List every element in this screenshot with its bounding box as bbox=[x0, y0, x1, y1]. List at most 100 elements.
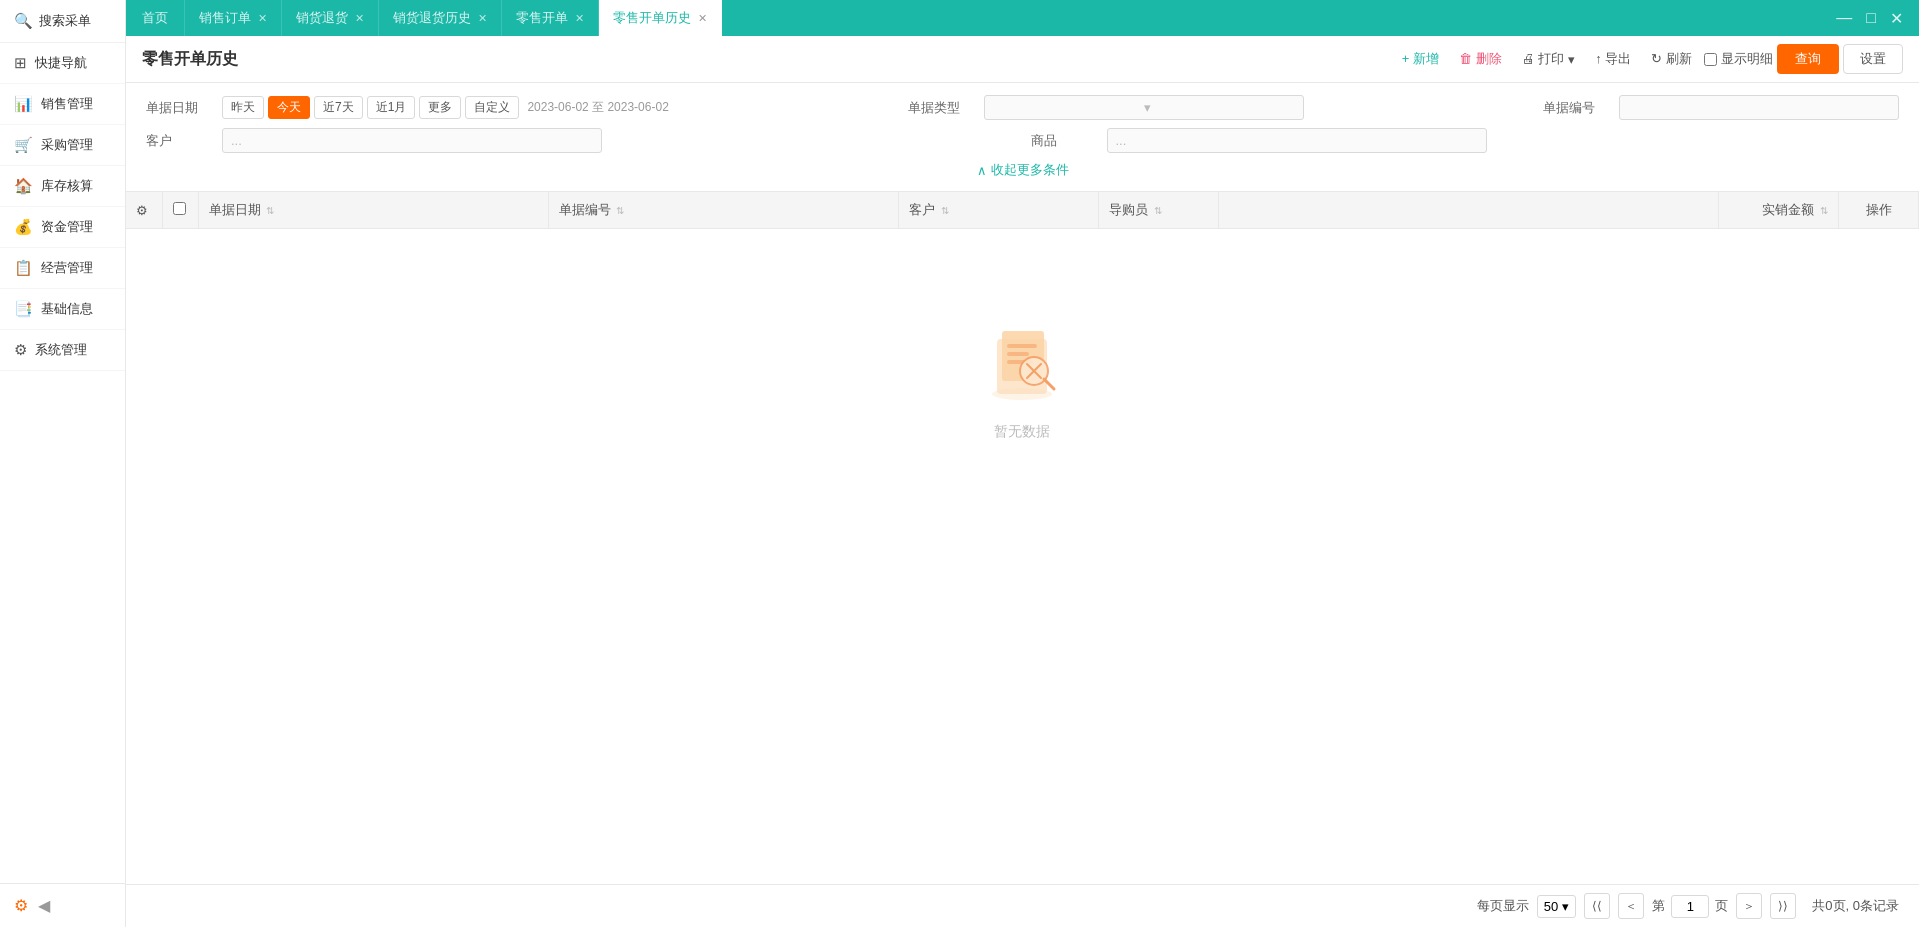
show-detail-label: 显示明细 bbox=[1721, 50, 1773, 68]
sidebar-item-label: 销售管理 bbox=[41, 95, 93, 113]
tab-home[interactable]: 首页 bbox=[126, 0, 185, 36]
customer-sort-icon: ⇅ bbox=[941, 205, 949, 216]
basic-info-icon: 📑 bbox=[14, 300, 33, 318]
tab-retail-open[interactable]: 零售开单 ✕ bbox=[502, 0, 599, 36]
sidebar-collapse-button[interactable]: ◀ bbox=[38, 896, 50, 915]
business-icon: 📋 bbox=[14, 259, 33, 277]
add-label: + 新增 bbox=[1402, 50, 1439, 68]
goods-input[interactable]: ... bbox=[1107, 128, 1487, 153]
tab-sales-return-label: 销货退货 bbox=[296, 9, 348, 27]
sidebar-bottom: ⚙ ◀ bbox=[0, 883, 125, 927]
query-button[interactable]: 查询 bbox=[1777, 44, 1839, 74]
tab-retail-open-label: 零售开单 bbox=[516, 9, 568, 27]
content-body: 零售开单历史 + 新增 🗑 删除 🖨 打印 ▾ ↑ 导出 ↻ 刷新 bbox=[126, 36, 1919, 927]
th-amount[interactable] bbox=[1219, 192, 1719, 229]
sidebar: 🔍 搜索采单 ⊞ 快捷导航 📊 销售管理 🛒 采购管理 🏠 库存核算 💰 资金管… bbox=[0, 0, 126, 927]
sidebar-item-purchase-mgmt[interactable]: 🛒 采购管理 bbox=[0, 125, 125, 166]
sidebar-item-label: 快捷导航 bbox=[35, 54, 87, 72]
th-salesperson[interactable]: 导购员 ⇅ bbox=[1099, 192, 1219, 229]
maximize-button[interactable]: □ bbox=[1866, 9, 1876, 27]
data-table: ⚙ 单据日期 ⇅ 单据编号 ⇅ bbox=[126, 192, 1919, 521]
th-real-amount[interactable]: 实销金额 ⇅ bbox=[1719, 192, 1839, 229]
tab-sales-order-close[interactable]: ✕ bbox=[258, 13, 267, 24]
customer-input[interactable]: ... bbox=[222, 128, 602, 153]
date-btn-more[interactable]: 更多 bbox=[419, 96, 461, 119]
minimize-button[interactable]: — bbox=[1836, 9, 1852, 27]
date-btn-1month[interactable]: 近1月 bbox=[367, 96, 416, 119]
collapse-row[interactable]: ∧ 收起更多条件 bbox=[146, 161, 1899, 179]
first-page-button[interactable]: ⟨⟨ bbox=[1584, 893, 1610, 919]
export-button[interactable]: ↑ 导出 bbox=[1587, 46, 1639, 72]
sidebar-item-basic-info[interactable]: 📑 基础信息 bbox=[0, 289, 125, 330]
sales-mgmt-icon: 📊 bbox=[14, 95, 33, 113]
purchase-mgmt-icon: 🛒 bbox=[14, 136, 33, 154]
tab-sales-return[interactable]: 销货退货 ✕ bbox=[282, 0, 379, 36]
close-button[interactable]: ✕ bbox=[1890, 9, 1903, 28]
empty-state: 暂无数据 bbox=[126, 229, 1919, 521]
th-number[interactable]: 单据编号 ⇅ bbox=[548, 192, 898, 229]
svg-rect-4 bbox=[1007, 352, 1029, 356]
th-action: 操作 bbox=[1839, 192, 1919, 229]
inventory-icon: 🏠 bbox=[14, 177, 33, 195]
per-page-label: 每页显示 bbox=[1477, 897, 1529, 915]
sidebar-search[interactable]: 🔍 搜索采单 bbox=[0, 0, 125, 43]
th-customer[interactable]: 客户 ⇅ bbox=[899, 192, 1099, 229]
th-gear[interactable]: ⚙ bbox=[126, 192, 162, 229]
tab-home-label: 首页 bbox=[142, 9, 168, 27]
date-btn-custom[interactable]: 自定义 bbox=[465, 96, 519, 119]
page-suffix: 页 bbox=[1715, 897, 1728, 915]
page-number-input[interactable] bbox=[1671, 895, 1709, 918]
th-check[interactable] bbox=[162, 192, 198, 229]
sidebar-item-quick-nav[interactable]: ⊞ 快捷导航 bbox=[0, 43, 125, 84]
num-input[interactable] bbox=[1619, 95, 1899, 120]
add-button[interactable]: + 新增 bbox=[1394, 46, 1447, 72]
system-icon: ⚙ bbox=[14, 341, 27, 359]
refresh-button[interactable]: ↻ 刷新 bbox=[1643, 46, 1700, 72]
tab-retail-history[interactable]: 零售开单历史 ✕ bbox=[599, 0, 722, 36]
date-btn-today[interactable]: 今天 bbox=[268, 96, 310, 119]
customer-dots: ... bbox=[231, 133, 593, 148]
setting-button[interactable]: 设置 bbox=[1843, 44, 1903, 74]
print-arrow-icon: ▾ bbox=[1568, 52, 1575, 67]
prev-page-button[interactable]: ＜ bbox=[1618, 893, 1644, 919]
sidebar-item-label: 基础信息 bbox=[41, 300, 93, 318]
pagination-bar: 每页显示 50 ▾ ⟨⟨ ＜ 第 页 ＞ ⟩⟩ 共0页, 0条记录 bbox=[126, 884, 1919, 927]
th-date[interactable]: 单据日期 ⇅ bbox=[198, 192, 548, 229]
delete-button[interactable]: 🗑 删除 bbox=[1451, 46, 1510, 72]
tab-sales-return-history[interactable]: 销货退货历史 ✕ bbox=[379, 0, 502, 36]
main-toolbar: 零售开单历史 + 新增 🗑 删除 🖨 打印 ▾ ↑ 导出 ↻ 刷新 bbox=[126, 36, 1919, 83]
show-detail-toggle[interactable]: 显示明细 bbox=[1704, 50, 1773, 68]
next-page-button[interactable]: ＞ bbox=[1736, 893, 1762, 919]
print-button[interactable]: 🖨 打印 ▾ bbox=[1514, 46, 1584, 72]
sidebar-item-label: 资金管理 bbox=[41, 218, 93, 236]
gear-settings-icon[interactable]: ⚙ bbox=[136, 203, 148, 218]
refresh-label: ↻ 刷新 bbox=[1651, 50, 1692, 68]
main-area: 首页 销售订单 ✕ 销货退货 ✕ 销货退货历史 ✕ 零售开单 ✕ 零售开单历史 … bbox=[126, 0, 1919, 927]
tab-retail-history-close[interactable]: ✕ bbox=[698, 13, 707, 24]
show-detail-checkbox[interactable] bbox=[1704, 53, 1717, 66]
top-nav-right: — □ ✕ bbox=[1836, 9, 1919, 28]
date-btn-7days[interactable]: 近7天 bbox=[314, 96, 363, 119]
collapse-icon: ∧ bbox=[977, 163, 987, 178]
sidebar-item-business[interactable]: 📋 经营管理 bbox=[0, 248, 125, 289]
tab-sales-order[interactable]: 销售订单 ✕ bbox=[185, 0, 282, 36]
sidebar-item-label: 采购管理 bbox=[41, 136, 93, 154]
tab-sales-order-label: 销售订单 bbox=[199, 9, 251, 27]
type-dropdown[interactable]: ▾ bbox=[984, 95, 1304, 120]
tab-sales-return-history-close[interactable]: ✕ bbox=[478, 13, 487, 24]
sidebar-item-finance[interactable]: 💰 资金管理 bbox=[0, 207, 125, 248]
date-range-display: 2023-06-02 至 2023-06-02 bbox=[527, 99, 668, 116]
date-buttons: 昨天 今天 近7天 近1月 更多 自定义 2023-06-02 至 2023-0… bbox=[222, 96, 669, 119]
sidebar-item-inventory[interactable]: 🏠 库存核算 bbox=[0, 166, 125, 207]
type-dropdown-arrow: ▾ bbox=[1144, 100, 1295, 115]
settings-gear-button[interactable]: ⚙ bbox=[14, 896, 28, 915]
last-page-button[interactable]: ⟩⟩ bbox=[1770, 893, 1796, 919]
date-btn-yesterday[interactable]: 昨天 bbox=[222, 96, 264, 119]
sidebar-item-sales-mgmt[interactable]: 📊 销售管理 bbox=[0, 84, 125, 125]
per-page-select[interactable]: 50 ▾ bbox=[1537, 895, 1576, 918]
tab-retail-open-close[interactable]: ✕ bbox=[575, 13, 584, 24]
select-all-checkbox[interactable] bbox=[173, 202, 186, 215]
empty-text: 暂无数据 bbox=[994, 423, 1050, 441]
sidebar-item-system[interactable]: ⚙ 系统管理 bbox=[0, 330, 125, 371]
tab-sales-return-close[interactable]: ✕ bbox=[355, 13, 364, 24]
